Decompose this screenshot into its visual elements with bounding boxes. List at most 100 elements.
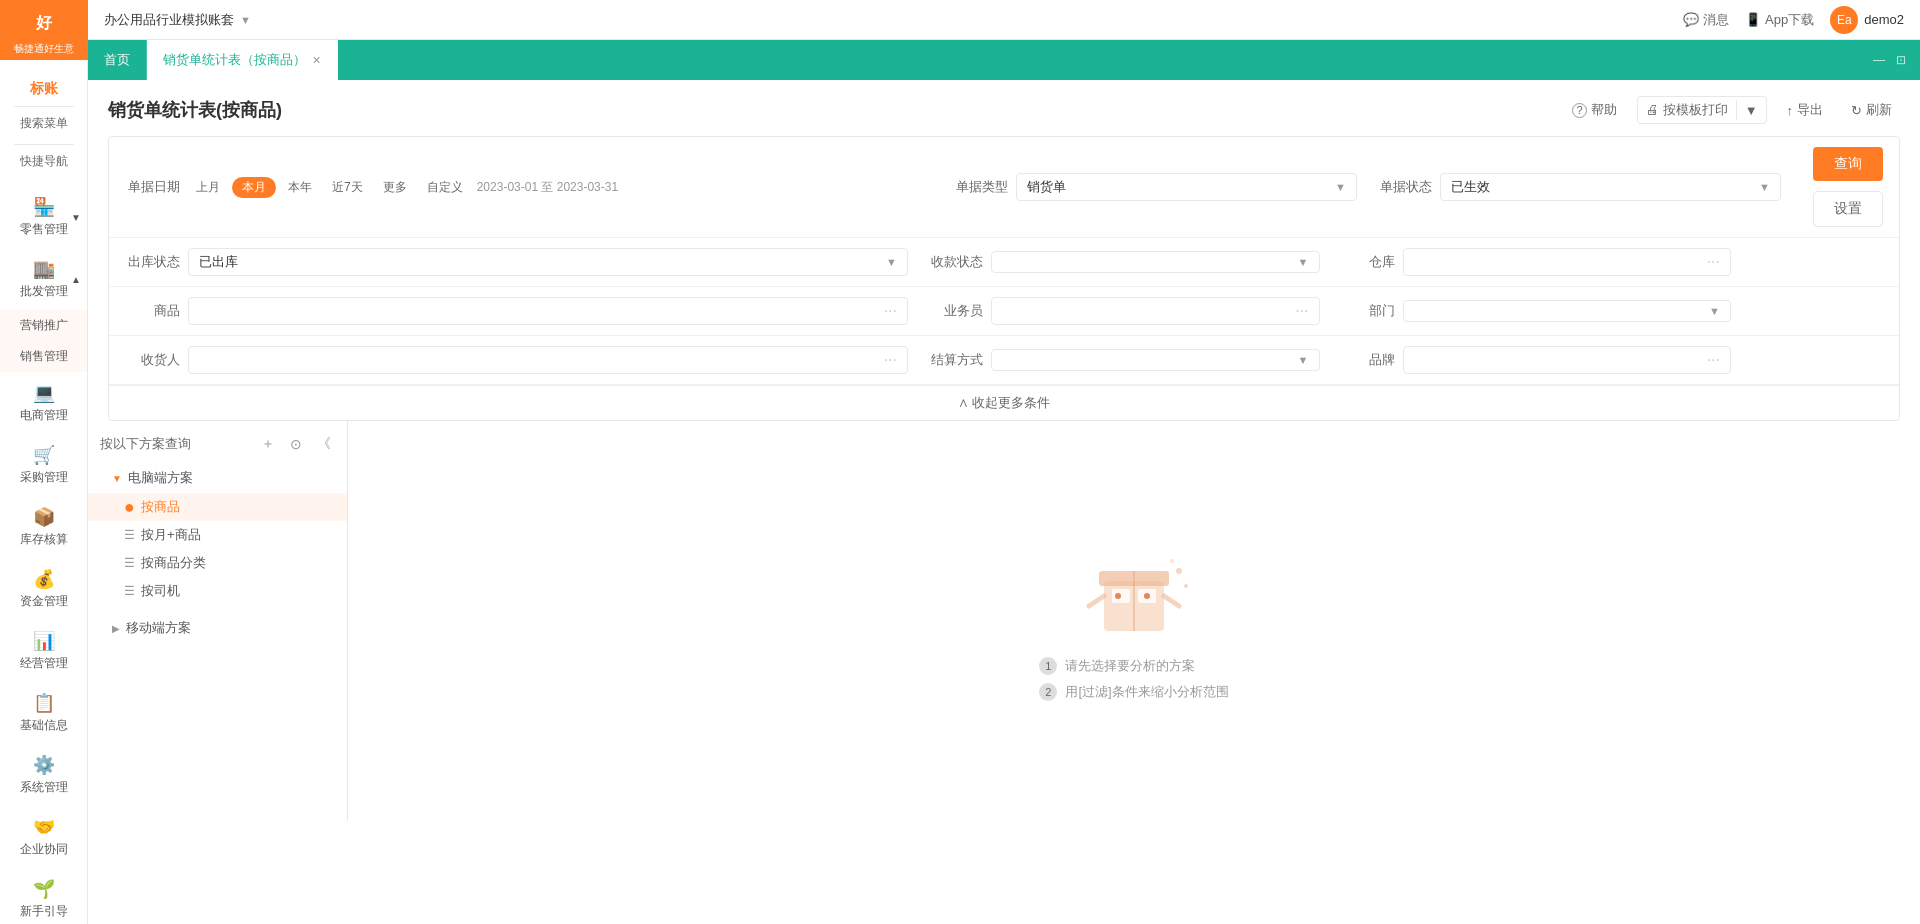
dept-select[interactable]: ▼ [1403, 300, 1732, 322]
search-menu-btn[interactable]: 搜索菜单 [20, 111, 68, 140]
sidebar-item-retail[interactable]: 🏪 零售管理 ▼ [0, 186, 87, 248]
desktop-section-label: 电脑端方案 [128, 469, 193, 487]
export-btn[interactable]: ↑ 导出 [1779, 97, 1832, 123]
type-select[interactable]: 销货单 ▼ [1016, 173, 1357, 201]
topbar-message-btn[interactable]: 💬 消息 [1683, 11, 1729, 29]
quick-nav-btn[interactable]: 快捷导航 [20, 149, 68, 178]
warehouse-label: 仓库 [1340, 253, 1395, 271]
ecommerce-icon: 💻 [33, 382, 55, 404]
topbar-title-section: 办公用品行业模拟账套 ▼ [104, 11, 1671, 29]
date-7days-btn[interactable]: 近7天 [324, 177, 371, 198]
collapse-bar[interactable]: ∧ 收起更多条件 [109, 385, 1899, 420]
sidebar-item-newbie[interactable]: 🌱 新手引导 [0, 868, 87, 924]
ecommerce-label: 电商管理 [20, 407, 68, 424]
recv-status-select[interactable]: ▼ [991, 251, 1320, 273]
topbar-dropdown-icon[interactable]: ▼ [240, 14, 251, 26]
sidebar-item-marketing[interactable]: 营销推广 [0, 310, 87, 341]
sidebar-item-inventory[interactable]: 📦 库存核算 [0, 496, 87, 558]
date-current-year-btn[interactable]: 本年 [280, 177, 320, 198]
topbar-appdownload-btn[interactable]: 📱 App下载 [1745, 11, 1814, 29]
sidebar-item-finance[interactable]: 💰 资金管理 [0, 558, 87, 620]
query-btn[interactable]: 查询 [1813, 147, 1883, 181]
out-status-value: 已出库 ▼ [188, 248, 908, 276]
staff-value: ··· [991, 297, 1320, 325]
sidebar-item-wholesale[interactable]: 🏬 批发管理 ▲ [0, 248, 87, 310]
print-btn[interactable]: 🖨 按模板打印 [1638, 97, 1736, 123]
filter-row-1: 单据日期 上月 本月 本年 近7天 更多 自定义 2023-03-01 至 20… [109, 137, 1899, 238]
message-label: 消息 [1703, 11, 1729, 29]
sales-label: 销售管理 [20, 348, 68, 365]
receiver-value: ··· [188, 346, 908, 374]
hint-num-1: 1 [1039, 657, 1057, 675]
warehouse-input[interactable]: ··· [1403, 248, 1732, 276]
date-label: 单据日期 [125, 178, 180, 196]
sidebar-item-purchase[interactable]: 🛒 采购管理 [0, 434, 87, 496]
tree-item-by-driver[interactable]: ☰ 按司机 [88, 577, 347, 605]
payment-value: ▼ [991, 349, 1320, 371]
window-minimize-btn[interactable]: — [1872, 53, 1886, 67]
panel-add-btn[interactable]: ＋ [257, 433, 279, 455]
recv-status-icon: ▼ [1298, 256, 1309, 268]
svg-text:好: 好 [35, 13, 53, 31]
filter-dept: 部门 ▼ [1340, 300, 1732, 322]
date-shortcuts: 上月 本月 本年 近7天 更多 自定义 [188, 177, 471, 198]
staff-input[interactable]: ··· [991, 297, 1320, 325]
status-select[interactable]: 已生效 ▼ [1440, 173, 1781, 201]
help-btn[interactable]: ? 帮助 [1564, 97, 1625, 123]
empty-hint-2: 2 用[过滤]条件来缩小分析范围 [1039, 683, 1228, 701]
date-more-btn[interactable]: 更多 [375, 177, 415, 198]
tree-mobile-section[interactable]: ▶ 移动端方案 [88, 613, 347, 643]
wholesale-icon: 🏬 [33, 258, 55, 280]
page-header: 销货单统计表(按商品) ? 帮助 🖨 按模板打印 ▼ ↑ 导出 [88, 80, 1920, 136]
date-current-month-btn[interactable]: 本月 [232, 177, 276, 198]
filter-zone: 单据日期 上月 本月 本年 近7天 更多 自定义 2023-03-01 至 20… [88, 136, 1920, 421]
status-label: 单据状态 [1377, 178, 1432, 196]
sidebar-item-ecommerce[interactable]: 💻 电商管理 [0, 372, 87, 434]
tree-mobile-expand-icon: ▶ [112, 623, 120, 634]
filter-recv-status: 收款状态 ▼ [928, 251, 1320, 273]
tab-sales-stats[interactable]: 销货单统计表（按商品） ✕ [147, 40, 338, 80]
goods-input[interactable]: ··· [188, 297, 908, 325]
empty-illustration [1074, 541, 1194, 641]
sidebar-item-sales[interactable]: 销售管理 [0, 341, 87, 372]
filter-receiver: 收货人 ··· [125, 346, 908, 374]
sidebar-logo[interactable]: 好 畅捷通好生意 [0, 0, 88, 60]
sidebar-item-base[interactable]: 📋 基础信息 [0, 682, 87, 744]
payment-label: 结算方式 [928, 351, 983, 369]
tree-desktop-section[interactable]: ▼ 电脑端方案 [88, 463, 347, 493]
tab-close-btn[interactable]: ✕ [312, 54, 321, 67]
avatar: Ea [1830, 6, 1858, 34]
sidebar-item-operation[interactable]: 📊 经营管理 [0, 620, 87, 682]
by-goods-label: 按商品 [141, 498, 180, 516]
empty-icon [1074, 541, 1194, 641]
print-dropdown-btn[interactable]: ▼ [1737, 99, 1766, 122]
panel-collapse-btn[interactable]: 《 [313, 433, 335, 455]
sidebar-item-cooperation[interactable]: 🤝 企业协同 [0, 806, 87, 868]
export-label: 导出 [1797, 101, 1823, 119]
tree-item-by-category[interactable]: ☰ 按商品分类 [88, 549, 347, 577]
panel-settings-btn[interactable]: ⊙ [285, 433, 307, 455]
receiver-input[interactable]: ··· [188, 346, 908, 374]
right-panel: 1 请先选择要分析的方案 2 用[过滤]条件来缩小分析范围 [348, 421, 1920, 821]
tree-item-by-goods[interactable]: ● 按商品 [88, 493, 347, 521]
window-maximize-btn[interactable]: ⊡ [1894, 53, 1908, 67]
svg-point-13 [1170, 559, 1174, 563]
sidebar-item-system[interactable]: ⚙️ 系统管理 [0, 744, 87, 806]
topbar-user[interactable]: Ea demo2 [1830, 6, 1904, 34]
refresh-btn[interactable]: ↻ 刷新 [1843, 97, 1900, 123]
empty-hint: 1 请先选择要分析的方案 2 用[过滤]条件来缩小分析范围 [1039, 657, 1228, 701]
home-tab-label: 首页 [104, 51, 130, 69]
tree-item-by-month-goods[interactable]: ☰ 按月+商品 [88, 521, 347, 549]
settings-btn[interactable]: 设置 [1813, 191, 1883, 227]
print-label: 按模板打印 [1663, 102, 1728, 117]
tabbar: 首页 销货单统计表（按商品） ✕ — ⊡ [88, 40, 1920, 80]
payment-select[interactable]: ▼ [991, 349, 1320, 371]
out-status-select[interactable]: 已出库 ▼ [188, 248, 908, 276]
tab-home[interactable]: 首页 [88, 40, 147, 80]
brand-input[interactable]: ··· [1403, 346, 1732, 374]
date-custom-btn[interactable]: 自定义 [419, 177, 471, 198]
date-last-month-btn[interactable]: 上月 [188, 177, 228, 198]
recv-status-label: 收款状态 [928, 253, 983, 271]
sidebar: 好 畅捷通好生意 标账 搜索菜单 快捷导航 🏪 零售管理 ▼ 🏬 批发管理 ▲ … [0, 0, 88, 924]
filter-payment: 结算方式 ▼ [928, 349, 1320, 371]
